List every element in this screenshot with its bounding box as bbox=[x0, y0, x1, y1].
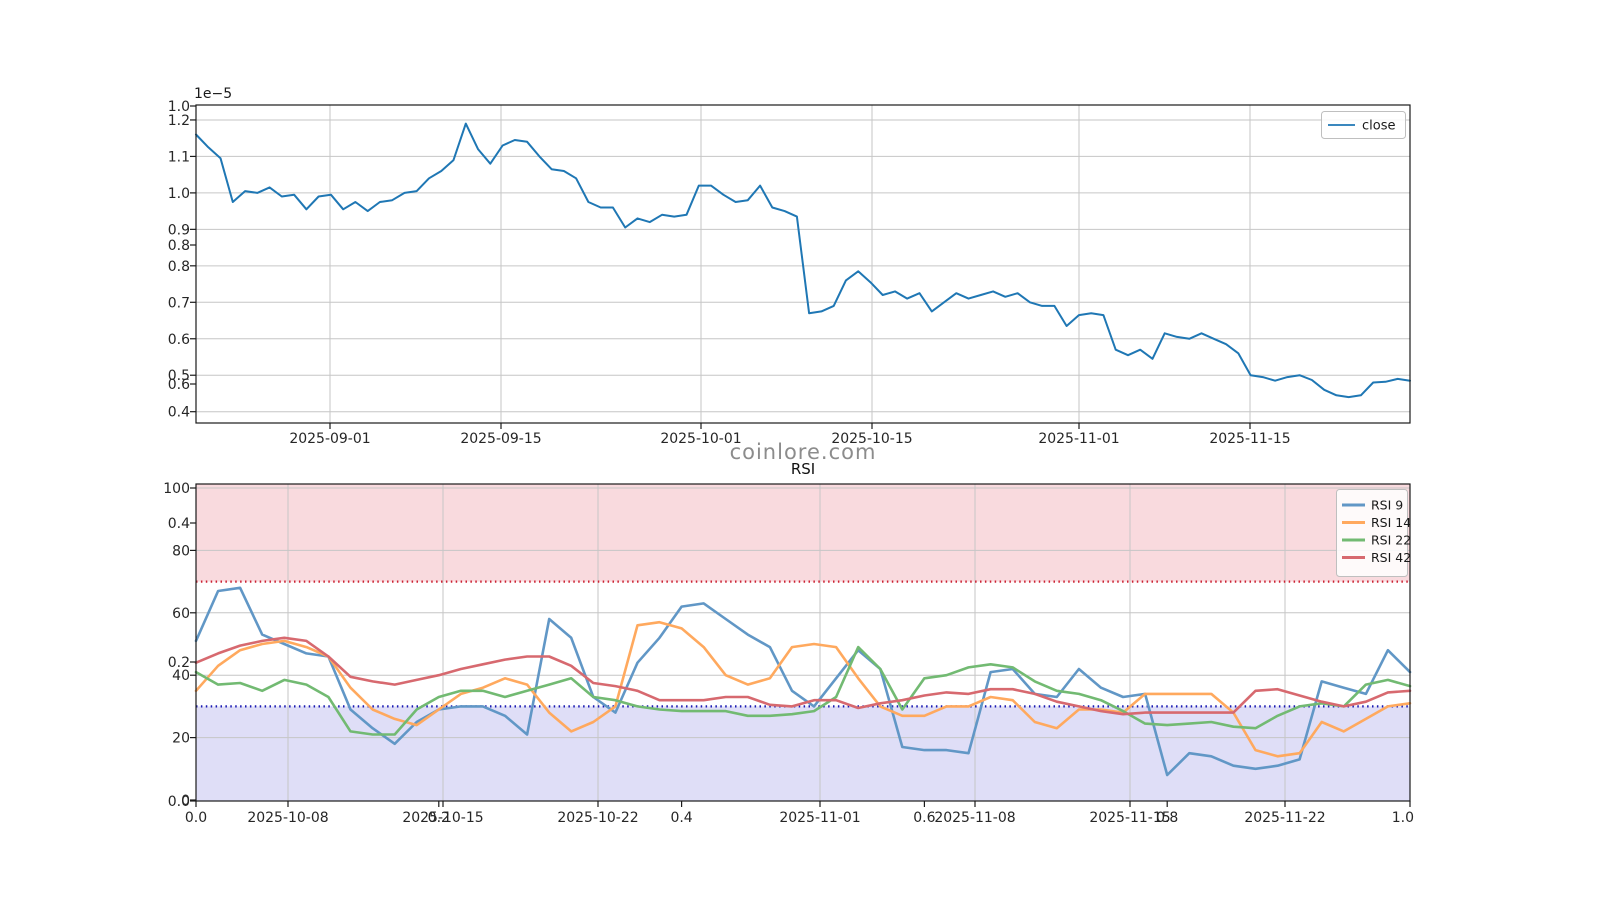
price-x-tick-label: 2025-11-15 bbox=[1209, 431, 1290, 447]
rsi-legend-label: RSI 9 bbox=[1371, 498, 1403, 513]
overlay-x-tick-label: 0.8 bbox=[1156, 810, 1178, 826]
price-x-tick-label: 2025-09-15 bbox=[460, 431, 541, 447]
rsi-x-tick-label: 2025-11-22 bbox=[1244, 810, 1325, 826]
rsi-x-tick-label: 2025-11-01 bbox=[779, 810, 860, 826]
rsi-x-tick-label: 2025-10-22 bbox=[557, 810, 638, 826]
overlay-y-tick-label: 1.0 bbox=[168, 99, 190, 115]
price-y-tick-label: 0.6 bbox=[168, 332, 190, 348]
rsi-band-oversold bbox=[196, 706, 1410, 801]
price-x-tick-label: 2025-10-01 bbox=[660, 431, 741, 447]
price-y-tick-label: 0.4 bbox=[168, 405, 190, 421]
price-y-tick-label: 0.9 bbox=[168, 222, 190, 238]
overlay-y-tick-label: 0.6 bbox=[168, 377, 190, 393]
rsi-x-tick-label: 2025-11-08 bbox=[934, 810, 1015, 826]
price-legend-label: close bbox=[1362, 119, 1395, 134]
overlay-x-tick-label: 0.0 bbox=[185, 810, 207, 826]
price-x-tick-label: 2025-11-01 bbox=[1038, 431, 1119, 447]
rsi-legend-label: RSI 22 bbox=[1371, 533, 1411, 548]
price-x-tick-label: 2025-10-15 bbox=[831, 431, 912, 447]
overlay-y-tick-label: 0.8 bbox=[168, 238, 190, 254]
chart-figure: 1.2 1.1 1.0 0.9 0.8 0.7 0.6 0.5 0.4 1.0 0.8 0.6 0.4 0… bbox=[0, 0, 1600, 900]
price-x-tick-label: 2025-09-01 bbox=[289, 431, 370, 447]
price-y-tick-label: 0.7 bbox=[168, 295, 190, 311]
overlay-x-tick-label: 1.0 bbox=[1392, 810, 1414, 826]
rsi-y-tick-label: 20 bbox=[172, 731, 190, 747]
price-y-tick-label: 1.0 bbox=[168, 186, 190, 202]
rsi-x-tick-label: 2025-10-08 bbox=[247, 810, 328, 826]
price-y-tick-label: 1.1 bbox=[168, 149, 190, 165]
price-close-line bbox=[195, 122, 1411, 399]
overlay-x-tick-label: 0.2 bbox=[428, 810, 450, 826]
rsi-y-tick-label: 60 bbox=[172, 606, 190, 622]
rsi-y-tick-label: 80 bbox=[172, 543, 190, 559]
rsi-line-rsi-42 bbox=[194, 636, 1412, 716]
price-y-tick-label: 0.8 bbox=[168, 259, 190, 275]
overlay-x-tick-label: 0.4 bbox=[670, 810, 692, 826]
rsi-y-tick-label: 100 bbox=[163, 481, 190, 497]
rsi-legend-label: RSI 14 bbox=[1371, 515, 1411, 530]
rsi-band-overbought bbox=[196, 484, 1410, 582]
overlay-x-tick-label: 0.6 bbox=[913, 810, 935, 826]
overlay-y-tick-label: 0.4 bbox=[168, 516, 190, 532]
rsi-y-tick-label: 40 bbox=[172, 668, 190, 684]
price-y-tick-label: 1.2 bbox=[168, 113, 190, 129]
rsi-y-tick-label: 0 bbox=[181, 793, 190, 809]
chart-canvas: 1.21.11.00.90.80.70.60.50.41.00.80.60.40… bbox=[163, 99, 1414, 826]
rsi-legend-label: RSI 42 bbox=[1371, 550, 1411, 565]
